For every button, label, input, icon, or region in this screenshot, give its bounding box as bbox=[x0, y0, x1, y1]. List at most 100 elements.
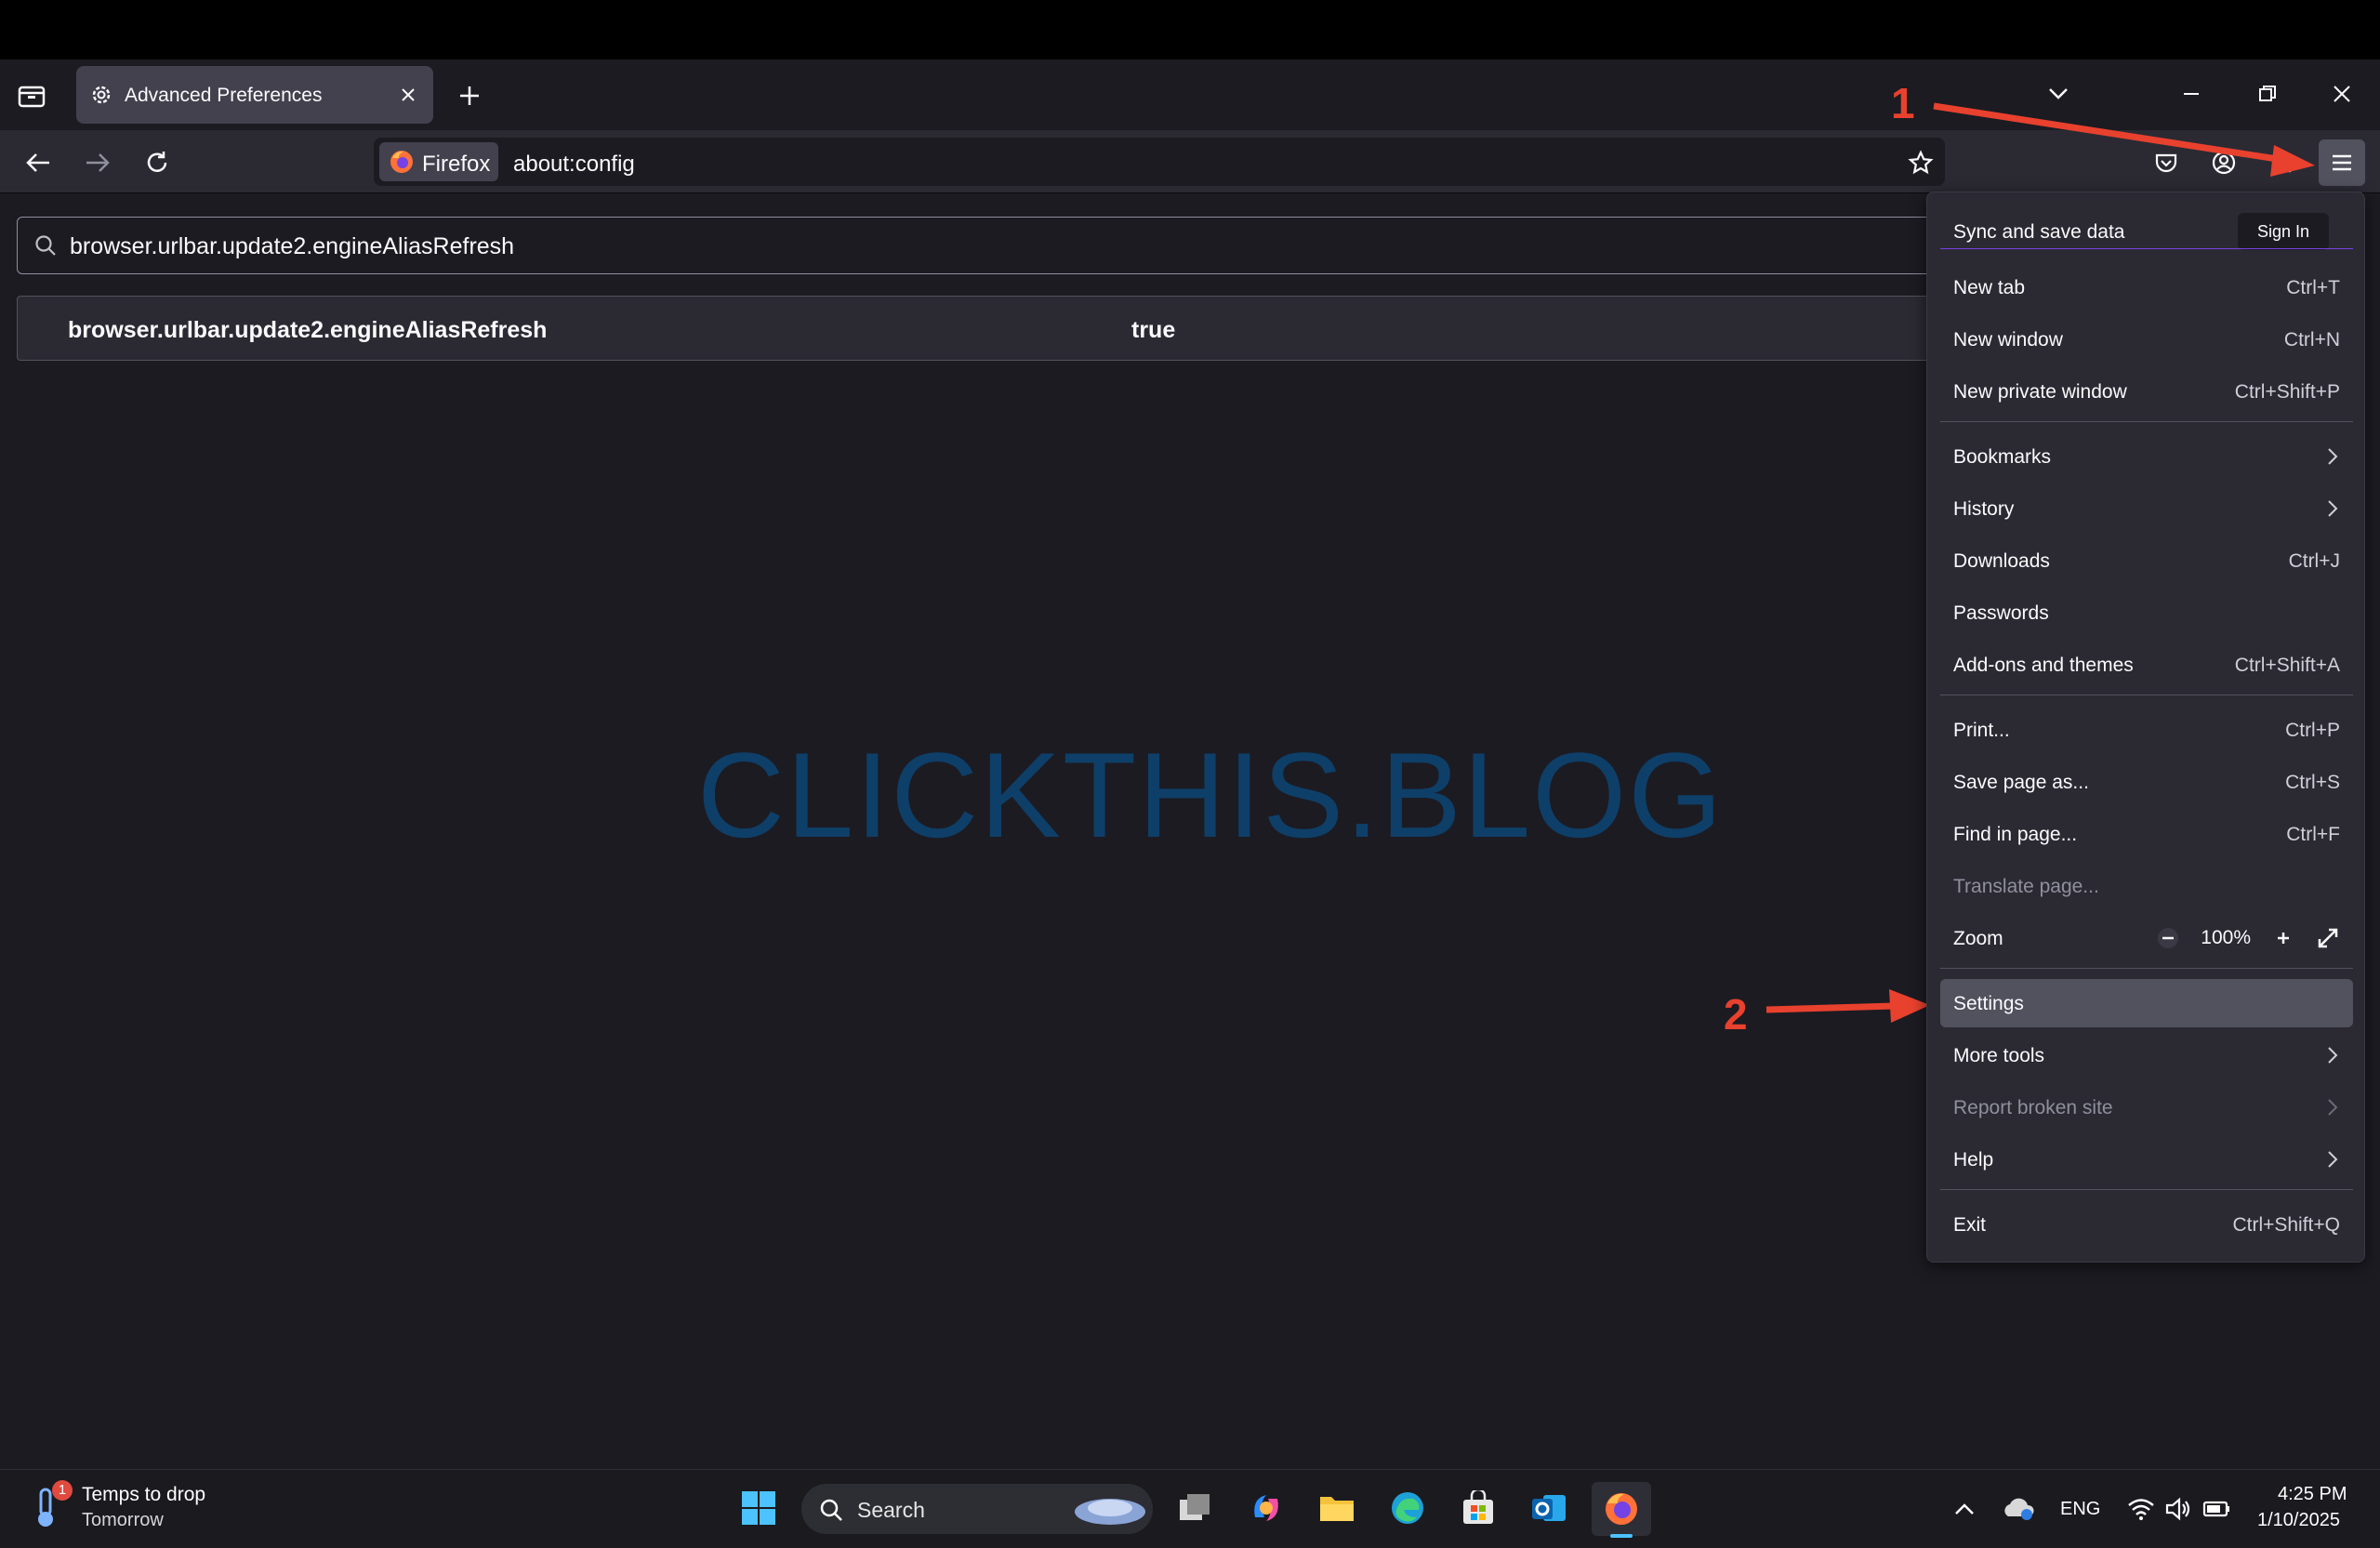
url-text[interactable]: about:config bbox=[513, 152, 635, 178]
menu-item-help[interactable]: Help bbox=[1940, 1135, 2353, 1184]
edge-browser-icon[interactable] bbox=[1387, 1488, 1428, 1528]
menu-item-label: Report broken site bbox=[1953, 1097, 2113, 1118]
taskbar-search-box[interactable]: Search bbox=[801, 1484, 1153, 1534]
microsoft-store-icon[interactable] bbox=[1458, 1488, 1499, 1528]
firefox-taskbar-icon[interactable] bbox=[1592, 1482, 1651, 1538]
menu-item-downloads[interactable]: Downloads Ctrl+J bbox=[1940, 536, 2353, 585]
clock-date[interactable]: 1/10/2025 bbox=[2257, 1510, 2340, 1531]
search-highlight-image-icon bbox=[1075, 1499, 1145, 1525]
menu-item-exit[interactable]: Exit Ctrl+Shift+Q bbox=[1940, 1200, 2353, 1249]
tab-advanced-preferences[interactable]: Advanced Preferences bbox=[76, 66, 433, 124]
sign-in-button[interactable]: Sign In bbox=[2238, 213, 2329, 250]
weather-subtitle: Tomorrow bbox=[82, 1510, 164, 1530]
annotation-number-2: 2 bbox=[1724, 990, 1748, 1039]
zoom-level[interactable]: 100% bbox=[2201, 927, 2251, 949]
menu-item-shortcut: Ctrl+S bbox=[2285, 772, 2340, 793]
zoom-in-plus-icon[interactable] bbox=[2271, 926, 2295, 950]
windows-start-icon[interactable] bbox=[738, 1488, 779, 1528]
app-menu-panel: Sync and save data Sign In New tab Ctrl+T… bbox=[1926, 192, 2365, 1263]
annotation-arrow-1 bbox=[1933, 102, 2315, 177]
pref-name: browser.urlbar.update2.engineAliasRefres… bbox=[68, 317, 548, 343]
menu-item-shortcut: Ctrl+T bbox=[2286, 277, 2340, 298]
menu-item-bookmarks[interactable]: Bookmarks bbox=[1940, 432, 2353, 481]
chevron-right-icon bbox=[2328, 448, 2338, 465]
chevron-right-icon bbox=[2328, 1099, 2338, 1116]
menu-item-new-tab[interactable]: New tab Ctrl+T bbox=[1940, 263, 2353, 311]
identity-label: Firefox bbox=[422, 152, 491, 177]
menu-item-translate-page: Translate page... bbox=[1940, 862, 2353, 910]
new-tab-plus-icon[interactable] bbox=[454, 80, 485, 112]
firefox-view-icon[interactable] bbox=[15, 78, 48, 112]
menu-item-shortcut: Ctrl+Shift+P bbox=[2234, 381, 2340, 403]
menu-item-label: Passwords bbox=[1953, 602, 2049, 624]
menu-item-zoom: Zoom 100% bbox=[1940, 914, 2353, 962]
menu-item-label: New tab bbox=[1953, 277, 2026, 298]
zoom-out-minus-icon[interactable] bbox=[2156, 926, 2180, 950]
menu-item-find-in-page[interactable]: Find in page... Ctrl+F bbox=[1940, 810, 2353, 858]
config-search-input[interactable]: browser.urlbar.update2.engineAliasRefres… bbox=[17, 217, 2062, 274]
config-search-value: browser.urlbar.update2.engineAliasRefres… bbox=[70, 233, 515, 259]
menu-item-new-window[interactable]: New window Ctrl+N bbox=[1940, 315, 2353, 364]
watermark-text: CLICKTHIS.BLOG bbox=[697, 727, 1725, 863]
menu-item-label: Print... bbox=[1953, 720, 2010, 741]
reload-icon[interactable] bbox=[139, 147, 175, 179]
menu-item-more-tools[interactable]: More tools bbox=[1940, 1031, 2353, 1079]
menu-item-shortcut: Ctrl+Shift+Q bbox=[2232, 1214, 2340, 1236]
menu-item-label: Bookmarks bbox=[1953, 446, 2052, 468]
menu-item-new-private-window[interactable]: New private window Ctrl+Shift+P bbox=[1940, 367, 2353, 416]
menu-item-history[interactable]: History bbox=[1940, 484, 2353, 533]
back-arrow-icon[interactable] bbox=[20, 147, 56, 179]
search-icon bbox=[820, 1499, 842, 1521]
clock-time[interactable]: 4:25 PM bbox=[2278, 1484, 2347, 1505]
menu-item-shortcut: Ctrl+F bbox=[2286, 824, 2340, 845]
pref-value: true bbox=[1131, 317, 1176, 343]
firefox-logo-icon bbox=[389, 149, 415, 175]
sync-label: Sync and save data bbox=[1953, 221, 2125, 243]
menu-separator bbox=[1940, 968, 2353, 969]
menu-item-shortcut: Ctrl+N bbox=[2283, 329, 2340, 351]
menu-item-settings[interactable]: Settings bbox=[1940, 979, 2353, 1027]
weather-title: Temps to drop bbox=[82, 1484, 206, 1505]
input-language[interactable]: ENG bbox=[2060, 1499, 2100, 1520]
outlook-icon[interactable] bbox=[1528, 1488, 1569, 1528]
menu-item-label: New window bbox=[1953, 329, 2063, 351]
tab-title: Advanced Preferences bbox=[125, 85, 323, 106]
menu-item-label: Help bbox=[1953, 1149, 1994, 1171]
menu-separator bbox=[1940, 421, 2353, 422]
weather-badge: 1 bbox=[52, 1480, 73, 1501]
menu-item-label: Settings bbox=[1953, 993, 2024, 1014]
menu-item-label: History bbox=[1953, 498, 2015, 520]
close-window-icon[interactable] bbox=[2328, 80, 2356, 108]
battery-icon[interactable] bbox=[2202, 1493, 2233, 1525]
menu-item-print[interactable]: Print... Ctrl+P bbox=[1940, 706, 2353, 754]
active-app-indicator bbox=[1610, 1534, 1633, 1538]
app-menu-hamburger-icon[interactable] bbox=[2319, 139, 2365, 186]
menu-item-label: Downloads bbox=[1953, 550, 2050, 572]
menu-item-label: Save page as... bbox=[1953, 772, 2089, 793]
menu-item-label: Find in page... bbox=[1953, 824, 2078, 845]
fullscreen-expand-icon[interactable] bbox=[2316, 926, 2340, 950]
sync-and-save-data[interactable]: Sync and save data Sign In bbox=[1940, 202, 2353, 261]
menu-item-save-page-as[interactable]: Save page as... Ctrl+S bbox=[1940, 758, 2353, 806]
menu-item-report-broken-site: Report broken site bbox=[1940, 1083, 2353, 1131]
menu-item-passwords[interactable]: Passwords bbox=[1940, 589, 2353, 637]
wifi-icon[interactable] bbox=[2125, 1493, 2157, 1525]
copilot-icon[interactable] bbox=[1246, 1488, 1287, 1528]
identity-box[interactable]: Firefox bbox=[379, 142, 498, 181]
close-tab-icon[interactable] bbox=[396, 83, 420, 107]
volume-speaker-icon[interactable] bbox=[2162, 1493, 2194, 1525]
zoom-controls: 100% bbox=[2156, 921, 2340, 955]
task-view-icon[interactable] bbox=[1175, 1488, 1216, 1528]
show-hidden-icons-chevron-icon[interactable] bbox=[1950, 1495, 1978, 1523]
menu-item-label: Add-ons and themes bbox=[1953, 655, 2134, 676]
chevron-right-icon bbox=[2328, 500, 2338, 517]
menu-item-addons-and-themes[interactable]: Add-ons and themes Ctrl+Shift+A bbox=[1940, 641, 2353, 689]
pref-row[interactable]: browser.urlbar.update2.engineAliasRefres… bbox=[17, 296, 2062, 361]
menu-item-shortcut: Ctrl+P bbox=[2285, 720, 2340, 741]
menu-item-label: New private window bbox=[1953, 381, 2127, 403]
onedrive-cloud-icon[interactable] bbox=[2001, 1493, 2038, 1525]
screen-top-band bbox=[0, 0, 2380, 60]
forward-arrow-icon[interactable] bbox=[80, 147, 115, 179]
menu-separator bbox=[1940, 1189, 2353, 1190]
file-explorer-icon[interactable] bbox=[1316, 1488, 1357, 1528]
